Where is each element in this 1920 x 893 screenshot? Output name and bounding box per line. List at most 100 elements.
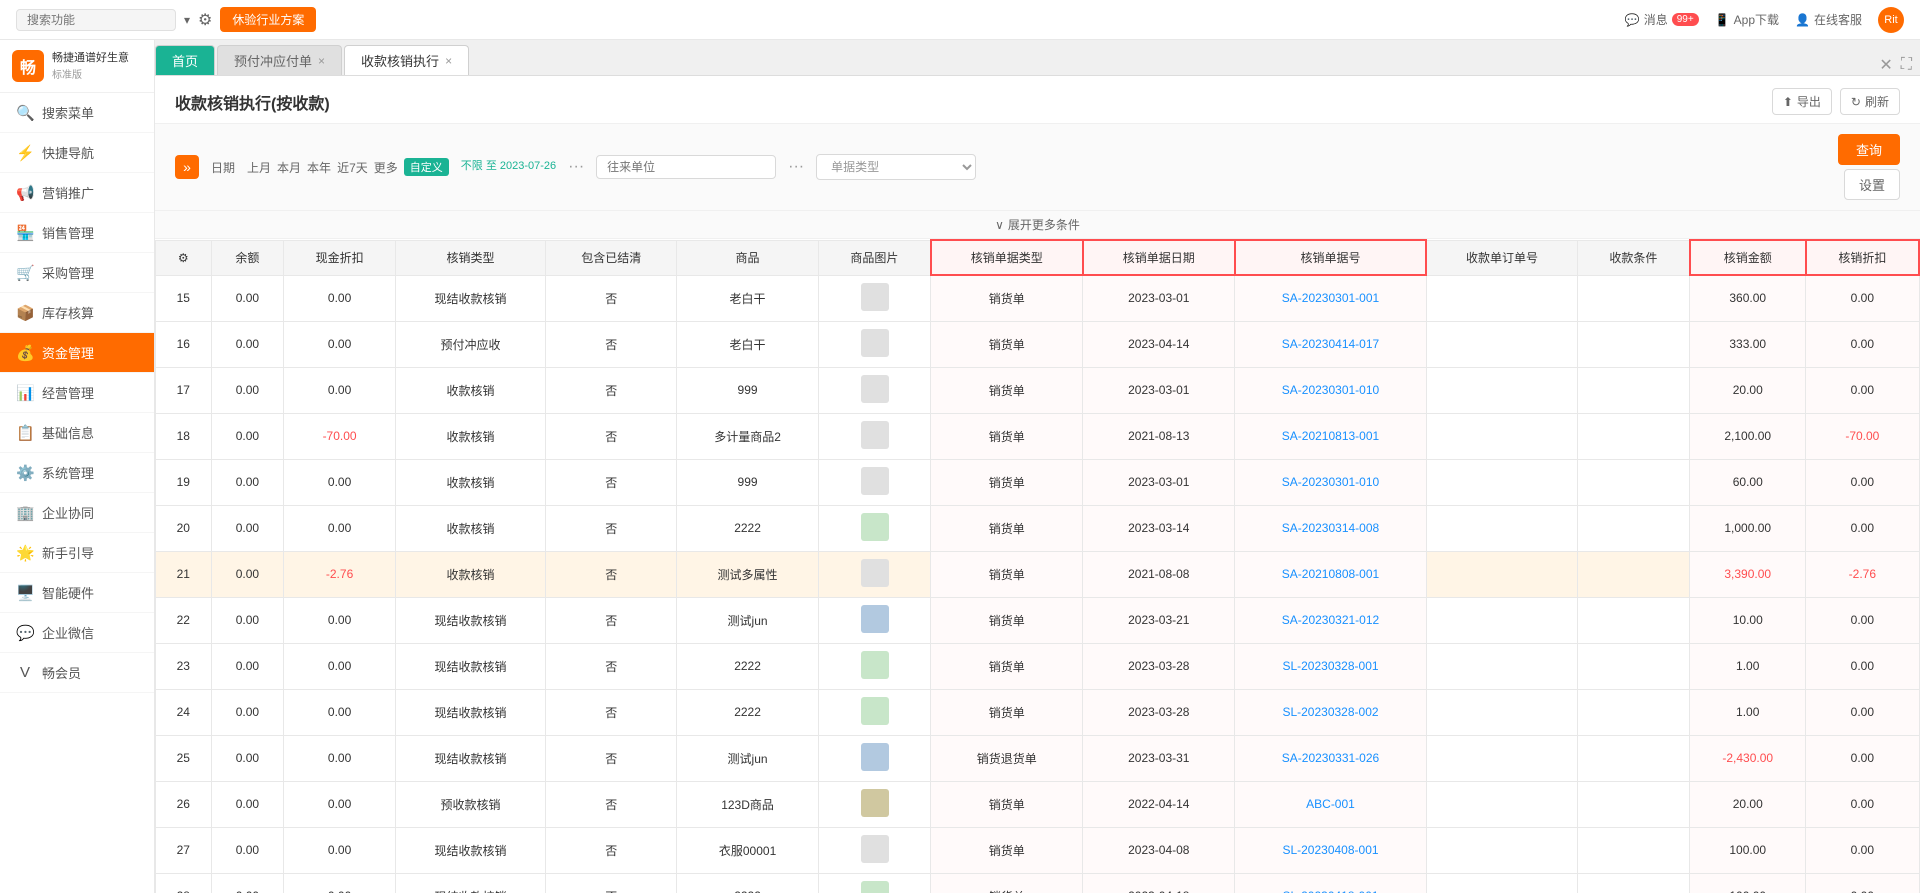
cell-amount: 1.00 [1690,643,1806,689]
table-row: 28 0.00 0.00 现结收款核销 否 2222 销货单 2023-04-1… [156,873,1920,893]
date-last-7-days[interactable]: 近7天 [337,159,368,176]
cell-balance: 0.00 [211,597,284,643]
dropdown-button[interactable]: ▾ [184,13,190,27]
th-settings[interactable]: ⚙ [156,240,212,275]
doc-no-link[interactable]: SA-20230301-001 [1282,291,1379,305]
tab-prepay[interactable]: 预付冲应付单 × [217,45,342,75]
table-header-row: ⚙ 余额 现金折扣 核销类型 包含已结清 商品 商品图片 核销单据类型 核销单据… [156,240,1920,275]
sidebar-item-wechat[interactable]: 💬 企业微信 [0,613,154,653]
cell-contains-cleared: 否 [546,367,677,413]
sidebar-item-purchase[interactable]: 🛒 采购管理 [0,253,154,293]
doc-no-link[interactable]: SA-20210813-001 [1282,429,1379,443]
industry-button[interactable]: 休验行业方案 [220,7,316,32]
cell-payment-cond [1577,275,1689,321]
date-this-month[interactable]: 本月 [277,159,301,176]
cell-cash-discount: 0.00 [284,827,396,873]
cell-discount: 0.00 [1806,873,1919,893]
tab-home[interactable]: 首页 [155,45,215,75]
date-more[interactable]: 更多 [374,159,398,176]
from-unit-input[interactable] [596,155,776,179]
user-avatar[interactable]: Rit [1878,7,1904,33]
goods-image [861,743,889,771]
sidebar-item-marketing[interactable]: 📢 营销推广 [0,173,154,213]
cell-writeoff-type: 现结收款核销 [395,735,545,781]
cell-goods-img [818,873,930,893]
date-filter-links: 上月 本月 本年 近7天 更多 自定义 [247,158,449,176]
doc-no-link[interactable]: SA-20230314-008 [1282,521,1379,535]
doc-no-link[interactable]: SA-20230321-012 [1282,613,1379,627]
tab-prepay-close-icon[interactable]: × [318,54,325,68]
cell-cash-discount: 0.00 [284,781,396,827]
wechat-icon: 💬 [16,624,34,642]
sidebar-item-quick-nav[interactable]: ⚡ 快捷导航 [0,133,154,173]
cell-no: 28 [156,873,212,893]
query-button[interactable]: 查询 [1838,134,1900,165]
search-input[interactable] [16,9,176,31]
doc-no-link[interactable]: SL-20230408-001 [1282,843,1378,857]
cell-balance: 0.00 [211,551,284,597]
cell-doc-type: 销货单 [931,643,1083,689]
table-row: 22 0.00 0.00 现结收款核销 否 测试jun 销货单 2023-03-… [156,597,1920,643]
sidebar-item-search[interactable]: 🔍 搜索菜单 [0,93,154,133]
doc-no-link[interactable]: SL-20230328-001 [1282,659,1378,673]
cell-doc-date: 2021-08-08 [1083,551,1235,597]
maximize-window-button[interactable]: ⛶ [1901,55,1912,75]
online-service-item[interactable]: 👤 在线客服 [1795,11,1862,28]
cell-doc-no: SL-20230328-002 [1235,689,1426,735]
member-icon: V [16,664,34,681]
cell-balance: 0.00 [211,413,284,459]
doc-no-link[interactable]: SA-20230414-017 [1282,337,1379,351]
cell-contains-cleared: 否 [546,413,677,459]
data-table: ⚙ 余额 现金折扣 核销类型 包含已结清 商品 商品图片 核销单据类型 核销单据… [155,239,1920,893]
cell-amount: 60.00 [1690,459,1806,505]
sidebar-item-basic[interactable]: 📋 基础信息 [0,413,154,453]
cell-discount: 0.00 [1806,689,1919,735]
sidebar-item-system[interactable]: ⚙️ 系统管理 [0,453,154,493]
cell-goods: 老白干 [677,321,819,367]
doc-no-link[interactable]: SA-20210808-001 [1282,567,1379,581]
filter-expand-button[interactable]: » [175,155,199,179]
settings-gear-icon[interactable]: ⚙ [198,10,212,30]
cell-discount: 0.00 [1806,505,1919,551]
doc-type-select[interactable]: 单据类型 [816,154,976,180]
date-this-year[interactable]: 本年 [307,159,331,176]
close-window-button[interactable]: ✕ [1879,55,1892,75]
messages-item[interactable]: 💬 消息 99+ [1625,11,1699,28]
refresh-button[interactable]: ↻ 刷新 [1840,88,1900,115]
messages-label: 消息 [1644,11,1668,28]
doc-no-link[interactable]: SL-20230328-002 [1282,705,1378,719]
cell-no: 20 [156,505,212,551]
cell-doc-no: SA-20210808-001 [1235,551,1426,597]
table-setting-button[interactable]: 设置 [1844,169,1900,200]
sidebar-item-sales[interactable]: 🏪 销售管理 [0,213,154,253]
doc-no-link[interactable]: SL-20230418-001 [1282,889,1378,893]
sidebar-item-hardware[interactable]: 🖥️ 智能硬件 [0,573,154,613]
tab-receivable-close-icon[interactable]: × [445,54,452,68]
doc-no-link[interactable]: SA-20230331-026 [1282,751,1379,765]
sidebar-item-inventory[interactable]: 📦 库存核算 [0,293,154,333]
export-button[interactable]: ⬆ 导出 [1772,88,1832,115]
doc-no-link[interactable]: SA-20230301-010 [1282,383,1379,397]
date-last-month[interactable]: 上月 [247,159,271,176]
doc-no-link[interactable]: ABC-001 [1306,797,1355,811]
cell-doc-date: 2023-03-01 [1083,459,1235,505]
cell-cash-discount: 0.00 [284,367,396,413]
cell-doc-type: 销货单 [931,781,1083,827]
cell-discount: 0.00 [1806,275,1919,321]
sidebar-item-finance[interactable]: 💰 资金管理 [0,333,154,373]
cell-cash-discount: 0.00 [284,689,396,735]
inventory-icon: 📦 [16,304,34,322]
doc-no-link[interactable]: SA-20230301-010 [1282,475,1379,489]
expand-more-button[interactable]: ∨ 展开更多条件 [995,216,1080,233]
cell-balance: 0.00 [211,689,284,735]
sidebar-item-corp[interactable]: 🏢 企业协同 [0,493,154,533]
sidebar-item-guide[interactable]: 🌟 新手引导 [0,533,154,573]
sidebar-item-member[interactable]: V 畅会员 [0,653,154,693]
cell-order-no [1426,459,1577,505]
tab-receivable[interactable]: 收款核销执行 × [344,45,469,75]
sidebar-item-ops[interactable]: 📊 经营管理 [0,373,154,413]
cell-no: 22 [156,597,212,643]
cell-payment-cond [1577,735,1689,781]
date-custom-button[interactable]: 自定义 [404,158,449,176]
app-download-item[interactable]: 📱 App下载 [1715,11,1779,28]
